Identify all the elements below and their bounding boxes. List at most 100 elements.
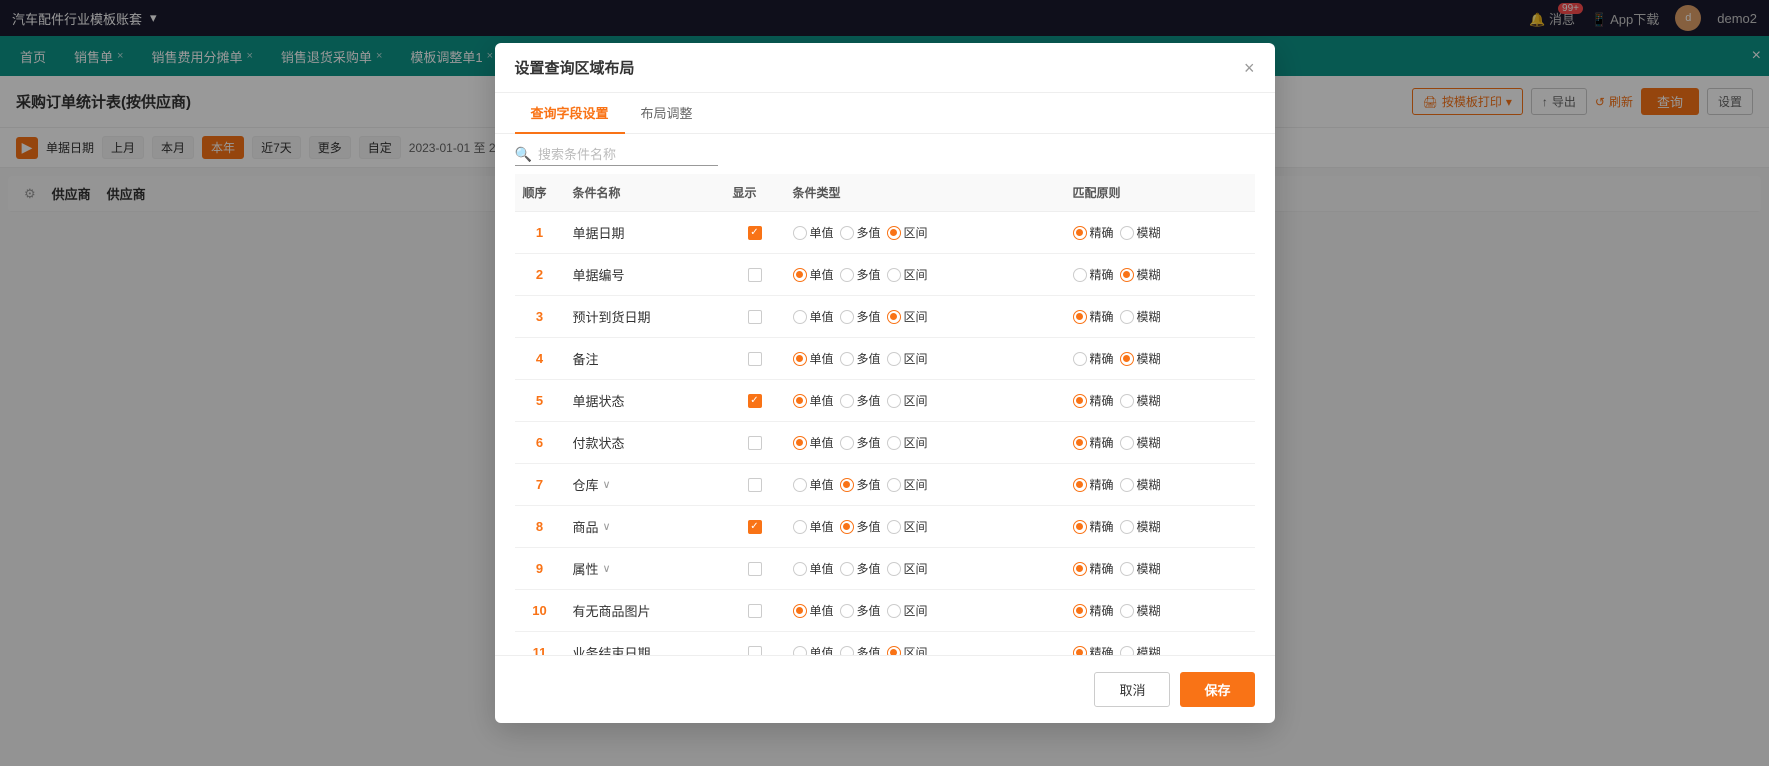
type-radio-10-0[interactable]: 单值 [793, 644, 834, 655]
match-radio-10-1[interactable]: 模糊 [1120, 644, 1161, 655]
type-radio-2-1[interactable]: 多值 [840, 308, 881, 325]
type-radio-6-0[interactable]: 单值 [793, 476, 834, 493]
type-radio-3-0[interactable]: 单值 [793, 350, 834, 367]
dialog-close-button[interactable]: × [1244, 59, 1255, 77]
type-radio-8-1[interactable]: 多值 [840, 560, 881, 577]
row-type-2: 单值多值区间 [785, 304, 1065, 329]
type-radio-4-0[interactable]: 单值 [793, 392, 834, 409]
type-radio-2-2[interactable]: 区间 [887, 308, 928, 325]
type-radio-5-1[interactable]: 多值 [840, 434, 881, 451]
type-radio-1-2[interactable]: 区间 [887, 266, 928, 283]
match-radio-2-0[interactable]: 精确 [1073, 308, 1114, 325]
type-radio-10-2[interactable]: 区间 [887, 644, 928, 655]
row-order-5: 6 [515, 431, 565, 454]
radio-label: 精确 [1090, 560, 1114, 577]
type-radio-10-1[interactable]: 多值 [840, 644, 881, 655]
save-button[interactable]: 保存 [1180, 672, 1254, 707]
radio-label: 单值 [810, 308, 834, 325]
row-checkbox-8[interactable] [725, 558, 785, 580]
type-radio-3-2[interactable]: 区间 [887, 350, 928, 367]
checkbox-8[interactable] [748, 562, 762, 576]
row-checkbox-1[interactable] [725, 264, 785, 286]
type-radio-7-2[interactable]: 区间 [887, 518, 928, 535]
checkbox-3[interactable] [748, 352, 762, 366]
match-radio-7-0[interactable]: 精确 [1073, 518, 1114, 535]
chevron-down-icon[interactable]: ∨ [603, 478, 611, 491]
checkbox-9[interactable] [748, 604, 762, 618]
checkbox-6[interactable] [748, 478, 762, 492]
checkbox-1[interactable] [748, 268, 762, 282]
match-radio-8-0[interactable]: 精确 [1073, 560, 1114, 577]
type-radio-9-0[interactable]: 单值 [793, 602, 834, 619]
row-checkbox-6[interactable] [725, 474, 785, 496]
match-radio-8-1[interactable]: 模糊 [1120, 560, 1161, 577]
checkbox-10[interactable] [748, 646, 762, 656]
match-radio-1-0[interactable]: 精确 [1073, 266, 1114, 283]
row-checkbox-0[interactable] [725, 222, 785, 244]
row-checkbox-10[interactable] [725, 642, 785, 656]
radio-circle-icon [1120, 562, 1134, 576]
tab-layout[interactable]: 布局调整 [625, 93, 709, 134]
type-radio-2-0[interactable]: 单值 [793, 308, 834, 325]
type-radio-5-2[interactable]: 区间 [887, 434, 928, 451]
checkbox-2[interactable] [748, 310, 762, 324]
match-radio-3-1[interactable]: 模糊 [1120, 350, 1161, 367]
row-checkbox-4[interactable] [725, 390, 785, 412]
row-name-8[interactable]: 属性 ∨ [565, 555, 725, 582]
type-radio-7-0[interactable]: 单值 [793, 518, 834, 535]
match-radio-4-0[interactable]: 精确 [1073, 392, 1114, 409]
type-radio-0-2[interactable]: 区间 [887, 224, 928, 241]
type-radio-6-2[interactable]: 区间 [887, 476, 928, 493]
match-radio-0-1[interactable]: 模糊 [1120, 224, 1161, 241]
row-checkbox-2[interactable] [725, 306, 785, 328]
match-radio-4-1[interactable]: 模糊 [1120, 392, 1161, 409]
row-checkbox-7[interactable] [725, 516, 785, 538]
match-radio-9-1[interactable]: 模糊 [1120, 602, 1161, 619]
type-radio-5-0[interactable]: 单值 [793, 434, 834, 451]
match-radio-10-0[interactable]: 精确 [1073, 644, 1114, 655]
match-radio-5-1[interactable]: 模糊 [1120, 434, 1161, 451]
match-radio-6-1[interactable]: 模糊 [1120, 476, 1161, 493]
tab-query-fields[interactable]: 查询字段设置 [515, 93, 625, 134]
match-radio-1-1[interactable]: 模糊 [1120, 266, 1161, 283]
type-radio-0-1[interactable]: 多值 [840, 224, 881, 241]
checkbox-5[interactable] [748, 436, 762, 450]
radio-circle-icon [840, 226, 854, 240]
radio-label: 精确 [1090, 434, 1114, 451]
type-radio-4-1[interactable]: 多值 [840, 392, 881, 409]
match-radio-0-0[interactable]: 精确 [1073, 224, 1114, 241]
cancel-button[interactable]: 取消 [1094, 672, 1170, 707]
match-radio-5-0[interactable]: 精确 [1073, 434, 1114, 451]
match-radio-7-1[interactable]: 模糊 [1120, 518, 1161, 535]
type-radio-1-1[interactable]: 多值 [840, 266, 881, 283]
row-match-7: 精确模糊 [1065, 514, 1265, 539]
match-radio-9-0[interactable]: 精确 [1073, 602, 1114, 619]
match-radio-2-1[interactable]: 模糊 [1120, 308, 1161, 325]
search-input-wrap: 🔍 [515, 146, 718, 166]
row-name-6[interactable]: 仓库 ∨ [565, 471, 725, 498]
row-name-7[interactable]: 商品 ∨ [565, 513, 725, 540]
checkbox-0[interactable] [748, 226, 762, 240]
type-radio-1-0[interactable]: 单值 [793, 266, 834, 283]
chevron-down-icon[interactable]: ∨ [603, 520, 611, 533]
match-radio-3-0[interactable]: 精确 [1073, 350, 1114, 367]
type-radio-4-2[interactable]: 区间 [887, 392, 928, 409]
table-row: 8商品 ∨单值多值区间精确模糊 [515, 506, 1255, 548]
chevron-down-icon[interactable]: ∨ [603, 562, 611, 575]
type-radio-9-1[interactable]: 多值 [840, 602, 881, 619]
checkbox-4[interactable] [748, 394, 762, 408]
radio-label: 多值 [857, 392, 881, 409]
type-radio-8-2[interactable]: 区间 [887, 560, 928, 577]
search-input[interactable] [538, 147, 718, 162]
type-radio-0-0[interactable]: 单值 [793, 224, 834, 241]
row-checkbox-3[interactable] [725, 348, 785, 370]
match-radio-6-0[interactable]: 精确 [1073, 476, 1114, 493]
type-radio-6-1[interactable]: 多值 [840, 476, 881, 493]
type-radio-9-2[interactable]: 区间 [887, 602, 928, 619]
type-radio-7-1[interactable]: 多值 [840, 518, 881, 535]
type-radio-3-1[interactable]: 多值 [840, 350, 881, 367]
checkbox-7[interactable] [748, 520, 762, 534]
type-radio-8-0[interactable]: 单值 [793, 560, 834, 577]
row-checkbox-9[interactable] [725, 600, 785, 622]
row-checkbox-5[interactable] [725, 432, 785, 454]
